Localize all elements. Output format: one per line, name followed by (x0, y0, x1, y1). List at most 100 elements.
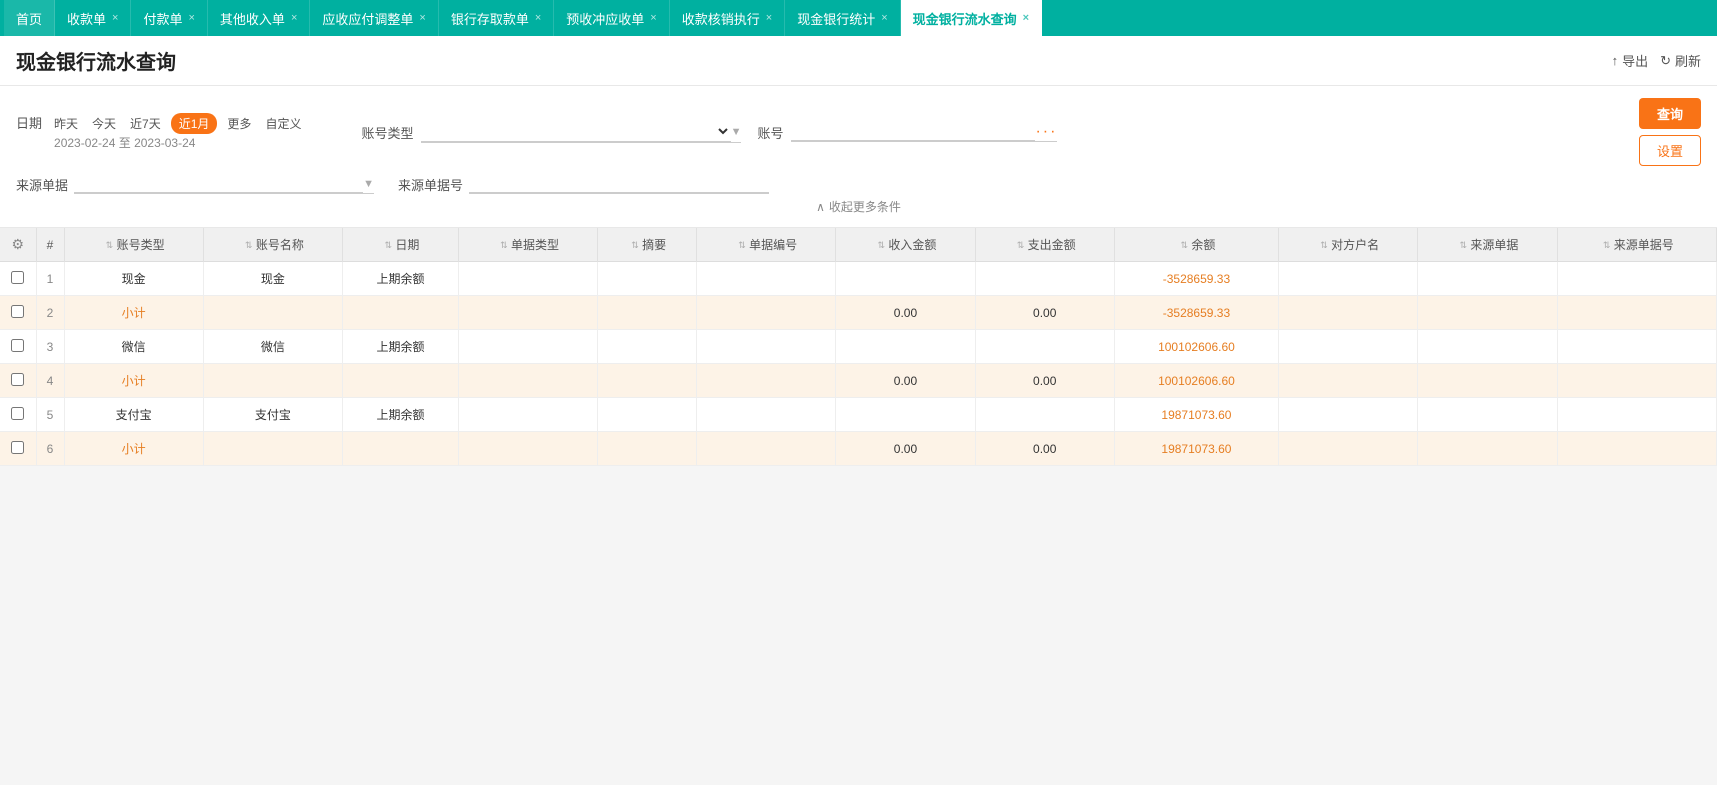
source-doc-num-input[interactable] (469, 174, 769, 193)
nav-tab-adjustment[interactable]: 应收应付调整单 × (310, 0, 438, 36)
close-icon[interactable]: × (112, 12, 118, 24)
export-button[interactable]: ↑ 导出 (1612, 51, 1649, 70)
close-icon[interactable]: × (766, 12, 772, 24)
cell-checkbox[interactable] (0, 432, 36, 466)
cell-income (836, 398, 975, 432)
date-btn-custom[interactable]: 自定义 (261, 113, 305, 134)
cell-account-type: 现金 (64, 262, 203, 296)
source-doc-num-filter-group: 来源单据号 (398, 174, 769, 194)
filter-row-1: 日期 昨天 今天 近7天 近1月 更多 自定义 2023-02-24 至 202… (16, 98, 1701, 166)
query-button[interactable]: 查询 (1639, 98, 1701, 129)
col-settings[interactable]: ⚙ (0, 228, 36, 262)
close-icon[interactable]: × (881, 12, 887, 24)
refresh-button[interactable]: ↻ 刷新 (1660, 51, 1701, 70)
more-dots-icon[interactable]: ··· (1035, 123, 1057, 141)
cell-checkbox[interactable] (0, 262, 36, 296)
page-header: 现金银行流水查询 ↑ 导出 ↻ 刷新 (0, 36, 1717, 86)
nav-tab-verify[interactable]: 收款核销执行 × (670, 0, 785, 36)
close-icon[interactable]: × (650, 12, 656, 24)
cell-num: 1 (36, 262, 64, 296)
row-checkbox[interactable] (11, 339, 24, 352)
date-btn-more[interactable]: 更多 (223, 113, 255, 134)
row-checkbox[interactable] (11, 271, 24, 284)
cell-summary (598, 398, 697, 432)
cell-account-name (203, 296, 342, 330)
chevron-down-icon: ▼ (363, 178, 374, 190)
cell-checkbox[interactable] (0, 296, 36, 330)
close-icon[interactable]: × (419, 12, 425, 24)
cell-source-doc (1418, 296, 1557, 330)
cell-doc-no (697, 364, 836, 398)
date-shortcuts: 昨天 今天 近7天 近1月 更多 自定义 (50, 113, 305, 134)
col-date: ⇅ 日期 (343, 228, 459, 262)
cell-summary (598, 296, 697, 330)
date-btn-yesterday[interactable]: 昨天 (50, 113, 82, 134)
cell-expense: 0.00 (975, 364, 1114, 398)
collapse-bar[interactable]: ∧ 收起更多条件 (16, 194, 1701, 219)
settings-button[interactable]: 设置 (1639, 135, 1701, 166)
row-checkbox[interactable] (11, 407, 24, 420)
account-filter-group: 账号 ··· (757, 122, 1057, 142)
nav-tab-other-income[interactable]: 其他收入单 × (208, 0, 310, 36)
cell-counterpart (1279, 364, 1418, 398)
nav-tab-stats[interactable]: 现金银行统计 × (785, 0, 900, 36)
cell-source-doc-no (1557, 262, 1716, 296)
cell-doc-no (697, 262, 836, 296)
cell-date (343, 432, 459, 466)
nav-tab-payments[interactable]: 付款单 × (131, 0, 207, 36)
row-checkbox[interactable] (11, 305, 24, 318)
source-doc-input[interactable] (74, 174, 363, 193)
account-label: 账号 (757, 123, 783, 142)
close-icon[interactable]: × (188, 12, 194, 24)
cell-account-name: 微信 (203, 330, 342, 364)
row-checkbox[interactable] (11, 373, 24, 386)
sort-icon: ⇅ (1603, 240, 1611, 251)
date-btn-1month[interactable]: 近1月 (171, 113, 218, 134)
cell-num: 4 (36, 364, 64, 398)
cell-source-doc (1418, 364, 1557, 398)
date-btn-7days[interactable]: 近7天 (126, 113, 165, 134)
nav-home[interactable]: 首页 (4, 0, 55, 36)
cell-checkbox[interactable] (0, 398, 36, 432)
cell-account-type: 小计 (64, 432, 203, 466)
cell-expense: 0.00 (975, 432, 1114, 466)
nav-tab-prepay[interactable]: 预收冲应收单 × (554, 0, 669, 36)
row-checkbox[interactable] (11, 441, 24, 454)
col-num: # (36, 228, 64, 262)
cell-num: 6 (36, 432, 64, 466)
cell-date (343, 296, 459, 330)
cell-doc-type (458, 364, 597, 398)
action-buttons: 查询 设置 (1639, 98, 1701, 166)
cell-counterpart (1279, 398, 1418, 432)
close-icon[interactable]: × (291, 12, 297, 24)
nav-tab-flow-query[interactable]: 现金银行流水查询 × (901, 0, 1042, 36)
col-balance: ⇅ 余额 (1114, 228, 1278, 262)
col-doc-no: ⇅ 单据编号 (697, 228, 836, 262)
col-source-doc-no: ⇅ 来源单据号 (1557, 228, 1716, 262)
cell-expense: 0.00 (975, 296, 1114, 330)
account-type-label: 账号类型 (361, 123, 413, 142)
cell-checkbox[interactable] (0, 330, 36, 364)
cell-counterpart (1279, 432, 1418, 466)
cell-balance: 100102606.60 (1114, 330, 1278, 364)
nav-tab-bank-deposit[interactable]: 银行存取款单 × (439, 0, 554, 36)
cell-date: 上期余额 (343, 330, 459, 364)
cell-account-type: 小计 (64, 364, 203, 398)
settings-icon[interactable]: ⚙ (11, 236, 24, 252)
close-icon[interactable]: × (535, 12, 541, 24)
account-type-select[interactable]: 现金 微信 支付宝 (421, 121, 730, 142)
cell-summary (598, 262, 697, 296)
cell-date: 上期余额 (343, 398, 459, 432)
account-input[interactable] (791, 122, 1035, 141)
table-row: 4 小计 0.00 0.00 100102606.60 (0, 364, 1717, 398)
cell-checkbox[interactable] (0, 364, 36, 398)
sort-icon: ⇅ (1180, 240, 1188, 251)
date-btn-today[interactable]: 今天 (88, 113, 120, 134)
source-doc-filter-group: 来源单据 ▼ (16, 174, 374, 194)
cell-balance: 100102606.60 (1114, 364, 1278, 398)
nav-tab-receipts[interactable]: 收款单 × (55, 0, 131, 36)
cell-balance: -3528659.33 (1114, 262, 1278, 296)
sort-icon: ⇅ (1320, 240, 1328, 251)
close-icon[interactable]: × (1023, 12, 1029, 24)
date-range-display: 2023-02-24 至 2023-03-24 (54, 134, 305, 151)
